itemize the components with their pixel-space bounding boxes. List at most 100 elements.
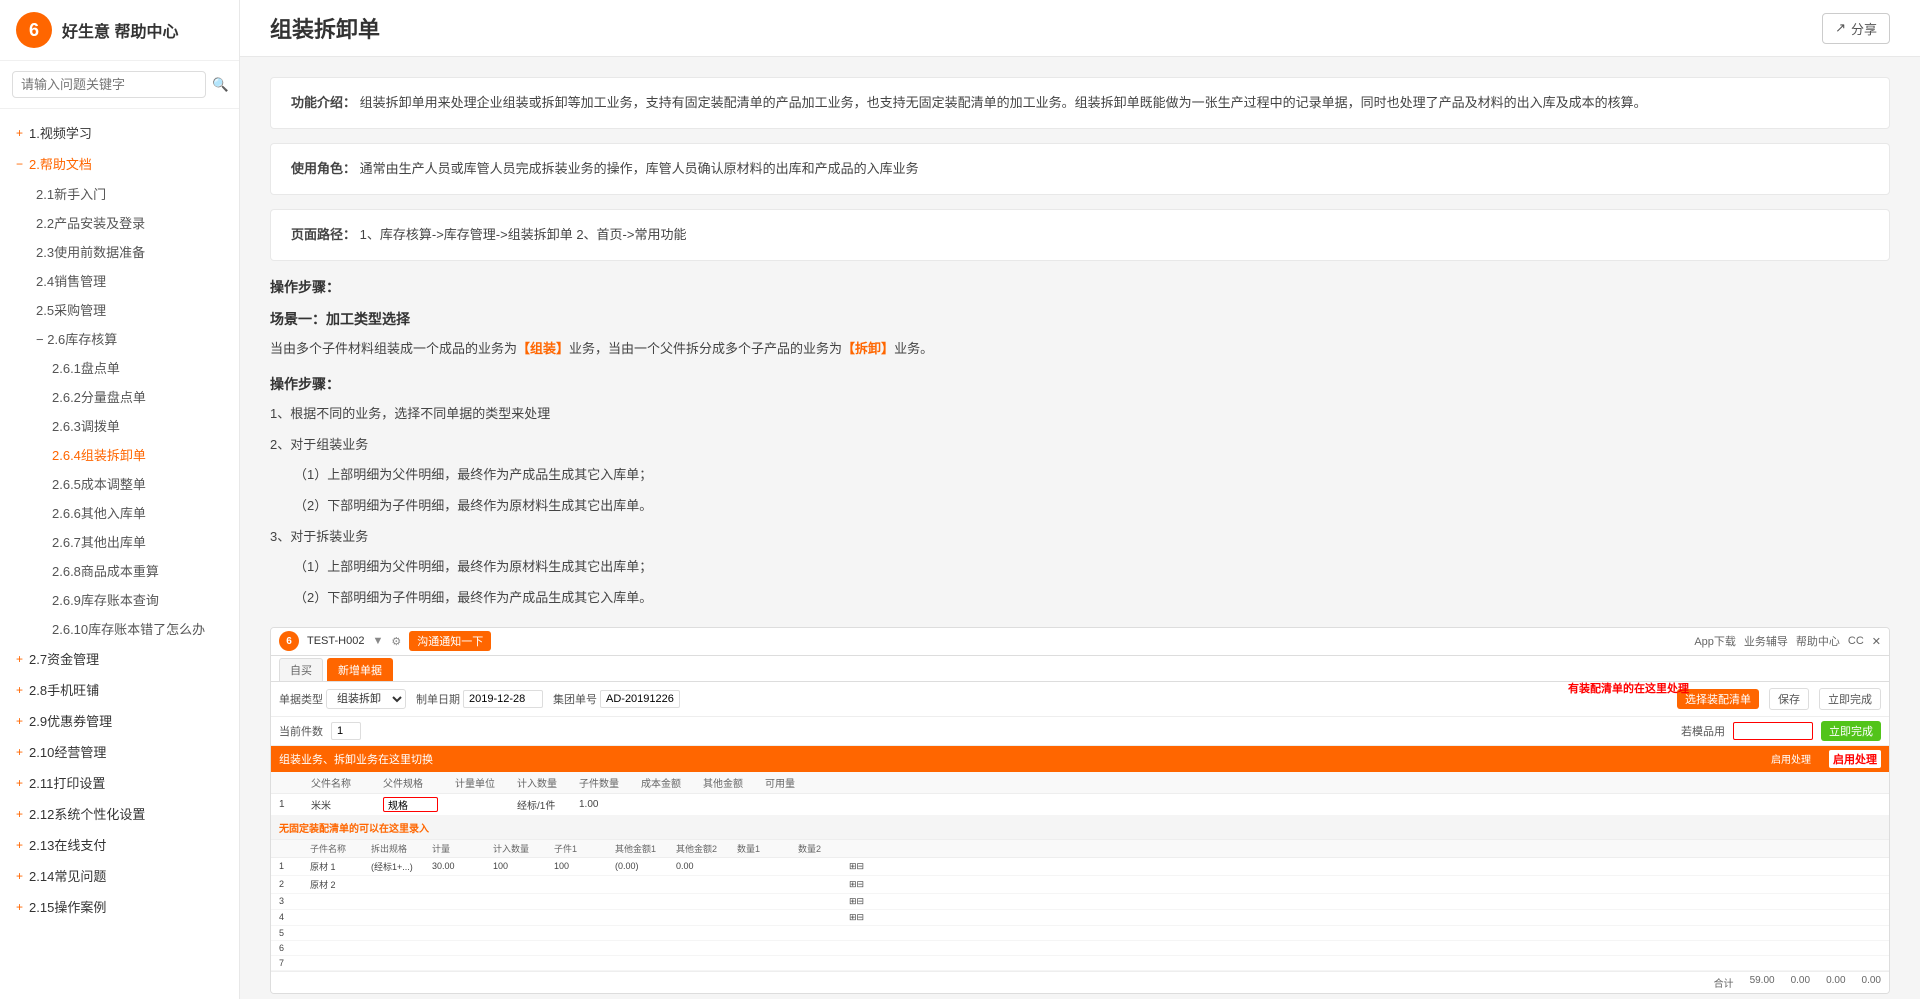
- share-icon: ↗: [1835, 20, 1846, 36]
- sidebar-item-docs-265[interactable]: 2.6.5成本调整单: [0, 469, 239, 498]
- mock-help-center: 帮助中心: [1796, 633, 1840, 649]
- role-text: 通常由生产人员或库管人员完成拆装业务的操作，库管人员确认原材料的出库和产成品的入…: [360, 161, 919, 176]
- plus-icon-214: +: [16, 869, 23, 883]
- annotation-label-1: 有装配清单的在这里处理: [1568, 680, 1689, 696]
- plus-icon-215: +: [16, 900, 23, 914]
- mock-field-type: 单据类型 组装拆卸: [279, 689, 406, 709]
- step2-2: （2）下部明细为子件明细，最终作为原材料生成其它出库单。: [294, 494, 1890, 519]
- share-button[interactable]: ↗ 分享: [1822, 13, 1890, 44]
- sidebar-item-docs-29[interactable]: + 2.9优惠券管理: [0, 705, 239, 736]
- plus-icon-212: +: [16, 807, 23, 821]
- plus-icon-211: +: [16, 776, 23, 790]
- main-area: 组装拆卸单 ↗ 分享 功能介绍： 组装拆卸单用来处理企业组装或拆卸等加工业务，支…: [240, 0, 1920, 999]
- mock-notify-badge: 沟通通知一下: [409, 631, 491, 651]
- mock-avatar: CC: [1848, 635, 1864, 647]
- sidebar-item-docs-28[interactable]: + 2.8手机旺铺: [0, 674, 239, 705]
- search-box: 🔍: [0, 61, 239, 109]
- ops-title: 操作步骤：: [270, 277, 1890, 297]
- sidebar-item-docs-213[interactable]: + 2.13在线支付: [0, 829, 239, 860]
- mock-model-input[interactable]: [1733, 722, 1813, 740]
- sidebar-item-docs-269[interactable]: 2.6.9库存账本查询: [0, 585, 239, 614]
- mock-confirm-btn1[interactable]: 保存: [1769, 688, 1809, 710]
- func-intro-label: 功能介绍：: [291, 95, 356, 110]
- sidebar-item-docs-27[interactable]: + 2.7资金管理: [0, 643, 239, 674]
- mock-confirm-btn2[interactable]: 立即完成: [1821, 721, 1881, 741]
- sidebar-item-docs-264[interactable]: 2.6.4组装拆卸单: [0, 440, 239, 469]
- sidebar-item-docs-261[interactable]: 2.6.1盘点单: [0, 353, 239, 382]
- path-label: 页面路径：: [291, 227, 356, 242]
- steps-title: 操作步骤：: [270, 374, 1890, 394]
- step1: 1、根据不同的业务，选择不同单据的类型来处理: [270, 402, 1890, 427]
- path-text: 1、库存核算->库存管理->组装拆卸单 2、首页->常用功能: [360, 227, 687, 242]
- sidebar-item-docs-21[interactable]: 2.1新手入门: [0, 179, 239, 208]
- annotation-label-2: 启用处理: [1829, 750, 1881, 768]
- mock-date-input[interactable]: [463, 690, 543, 708]
- mock-lower-table-row-2: 2 原材 2 ⊞⊟: [271, 876, 1889, 894]
- sidebar: 6 好生意 帮助中心 🔍 + 1.视频学习 − 2.帮助文档 2.1新手入门 2…: [0, 0, 240, 999]
- role-label: 使用角色：: [291, 161, 356, 176]
- mock-select-bom-btn[interactable]: 选择装配清单: [1677, 689, 1759, 709]
- sidebar-item-docs-26[interactable]: − 2.6库存核算: [0, 324, 239, 353]
- mock-form-area: 单据类型 组装拆卸 制单日期 集团单号 有装配: [271, 682, 1889, 717]
- sidebar-item-docs-212[interactable]: + 2.12系统个性化设置: [0, 798, 239, 829]
- sidebar-item-docs-23[interactable]: 2.3使用前数据准备: [0, 237, 239, 266]
- sidebar-item-docs-268[interactable]: 2.6.8商品成本重算: [0, 556, 239, 585]
- mock-top-right: App下载 业务辅导 帮助中心 CC ✕: [1694, 633, 1881, 649]
- mock-toggle-bar: 组装业务、拆卸业务在这里切换 启用处理 启用处理: [271, 746, 1889, 772]
- mock-app-id: TEST-H002: [307, 635, 364, 647]
- page-title: 组装拆卸单: [270, 12, 380, 44]
- mock-upper-table-row: 1 米米 经标/1件 1.00: [271, 794, 1889, 816]
- step3-1: （1）上部明细为父件明细，最终作为原材料生成其它出库单；: [294, 555, 1890, 580]
- func-intro-box: 功能介绍： 组装拆卸单用来处理企业组装或拆卸等加工业务，支持有固定装配清单的产品…: [270, 77, 1890, 129]
- plus-icon-213: +: [16, 838, 23, 852]
- plus-icon-210: +: [16, 745, 23, 759]
- mock-app-download: App下载: [1694, 633, 1736, 649]
- main-content: 功能介绍： 组装拆卸单用来处理企业组装或拆卸等加工业务，支持有固定装配清单的产品…: [240, 57, 1920, 999]
- sidebar-item-docs-24[interactable]: 2.4销售管理: [0, 266, 239, 295]
- minus-icon-26: −: [36, 332, 44, 347]
- plus-icon: +: [16, 126, 23, 140]
- close-icon: ✕: [1872, 635, 1881, 648]
- search-input[interactable]: [12, 71, 206, 98]
- mock-count-input[interactable]: [331, 722, 361, 740]
- sidebar-item-docs-25[interactable]: 2.5采购管理: [0, 295, 239, 324]
- sidebar-item-docs[interactable]: − 2.帮助文档: [0, 148, 239, 179]
- sidebar-item-docs-262[interactable]: 2.6.2分量盘点单: [0, 382, 239, 411]
- sidebar-item-docs-210[interactable]: + 2.10经营管理: [0, 736, 239, 767]
- plus-icon-28: +: [16, 683, 23, 697]
- sidebar-header: 6 好生意 帮助中心: [0, 0, 239, 61]
- mock-type-select[interactable]: 组装拆卸: [326, 689, 406, 709]
- plus-icon-27: +: [16, 652, 23, 666]
- mock-lower-form: 无固定装配清单的可以在这里录入: [271, 816, 1889, 840]
- step3-2: （2）下部明细为子件明细，最终作为产成品生成其它入库单。: [294, 586, 1890, 611]
- sidebar-item-docs-215[interactable]: + 2.15操作案例: [0, 891, 239, 922]
- sidebar-item-docs-214[interactable]: + 2.14常见问题: [0, 860, 239, 891]
- func-intro-text: 组装拆卸单用来处理企业组装或拆卸等加工业务，支持有固定装配清单的产品加工业务，也…: [360, 95, 1647, 110]
- mock-lower-table-header: 子件名称 拆出规格 计量 计入数量 子件1 其他金额1 其他金额2 数量1 数量…: [271, 840, 1889, 858]
- mock-lower-table-row-7: 7: [271, 956, 1889, 971]
- mock-top-bar: 6 TEST-H002 ▼ ⚙ 沟通通知一下 App下载 业务辅导 帮助中心 C…: [271, 628, 1889, 656]
- sidebar-item-docs-2610[interactable]: 2.6.10库存账本错了怎么办: [0, 614, 239, 643]
- mock-biz-guide: 业务辅导: [1744, 633, 1788, 649]
- sidebar-item-docs-211[interactable]: + 2.11打印设置: [0, 767, 239, 798]
- sidebar-item-video[interactable]: + 1.视频学习: [0, 117, 239, 148]
- sidebar-item-docs-267[interactable]: 2.6.7其他出库单: [0, 527, 239, 556]
- mock-tab-new[interactable]: 新增单据: [327, 658, 393, 681]
- mock-bill-input[interactable]: [600, 690, 680, 708]
- search-button[interactable]: 🔍: [212, 77, 229, 93]
- step2-1: （1）上部明细为父件明细，最终作为产成品生成其它入库单；: [294, 463, 1890, 488]
- mock-tab-zizhu[interactable]: 自买: [279, 658, 323, 681]
- toggle-action: 启用处理: [1771, 751, 1811, 766]
- mock-field-bill: 集团单号: [553, 690, 680, 708]
- sidebar-item-docs-22[interactable]: 2.2产品安装及登录: [0, 208, 239, 237]
- sidebar-item-docs-263[interactable]: 2.6.3调拨单: [0, 411, 239, 440]
- screenshot-container: 6 TEST-H002 ▼ ⚙ 沟通通知一下 App下载 业务辅导 帮助中心 C…: [270, 627, 1890, 994]
- mock-lower-table-row-1: 1 原材 1 (经标1+...) 30.00 100 100 (0.00) 0.…: [271, 858, 1889, 876]
- mock-complete-btn1[interactable]: 立即完成: [1819, 688, 1881, 710]
- main-header: 组装拆卸单 ↗ 分享: [240, 0, 1920, 57]
- sidebar-item-docs-266[interactable]: 2.6.6其他入库单: [0, 498, 239, 527]
- mock-lower-table-row-6: 6: [271, 941, 1889, 956]
- mock-upper-spec-input[interactable]: [383, 797, 438, 812]
- minus-icon: −: [16, 157, 23, 171]
- mock-upper-table-header: 父件名称 父件规格 计量单位 计入数量 子件数量 成本金额 其他金额 可用量: [271, 772, 1889, 794]
